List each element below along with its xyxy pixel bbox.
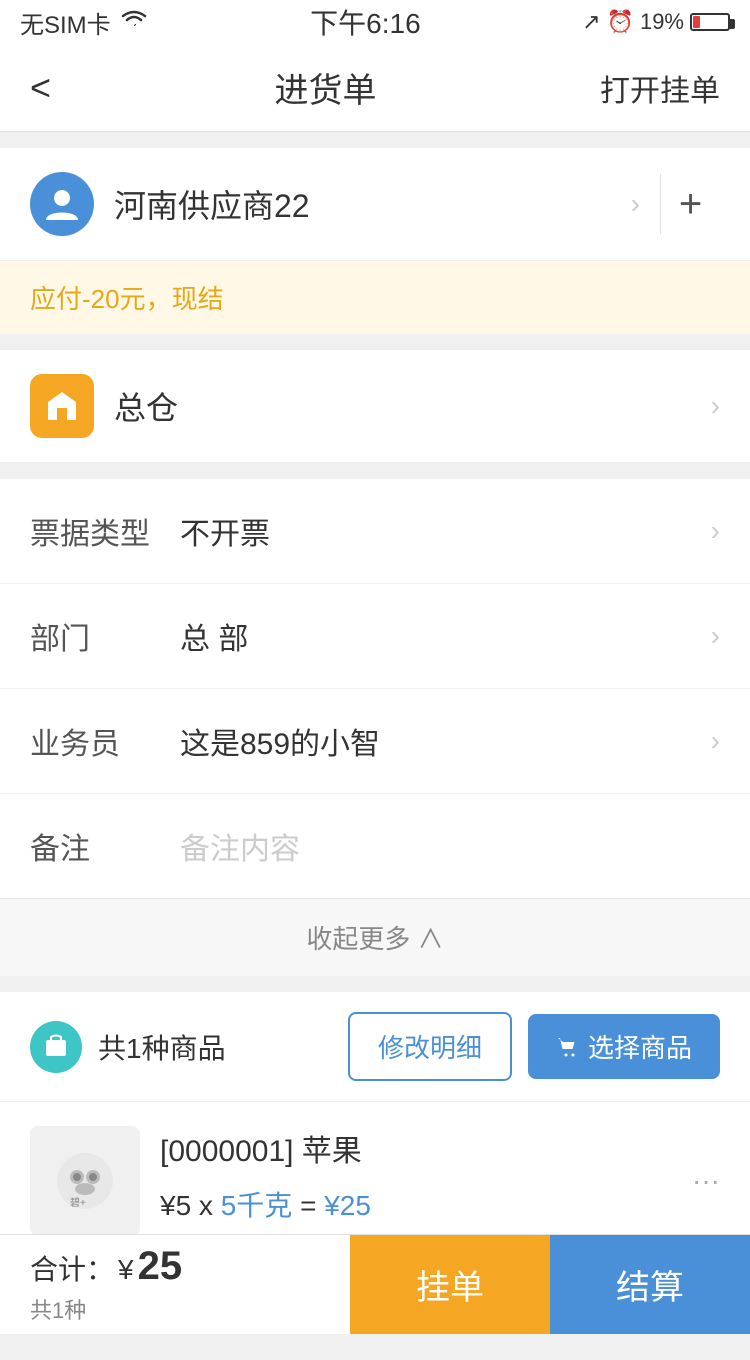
wifi-icon [119,8,149,37]
product-name: [0000001] 苹果 [160,1126,692,1170]
supplier-row[interactable]: 河南供应商22 › + [0,148,750,261]
product-code: [0000001] [160,1135,302,1168]
status-left: 无SIM卡 [20,5,149,40]
total-row: 合计： ¥ 25 [30,1244,320,1289]
product-info: [0000001] 苹果 ¥5 x 5千克 = ¥25 [160,1126,692,1224]
total-amount: 25 [138,1244,183,1289]
battery-text: 19% [640,9,684,35]
supplier-avatar [30,172,94,236]
divider-1 [0,132,750,148]
products-header: 共1种商品 修改明细 选择商品 [0,976,750,1101]
invoice-value: 不开票 [180,509,711,553]
page-title: 进货单 [275,63,377,112]
product-thumbnail: 碧+ [30,1126,140,1236]
dept-chevron-icon: › [711,620,720,652]
divider-3 [0,462,750,478]
sales-value: 这是859的小智 [180,719,711,763]
collapse-label: 收起更多 ∧ [306,924,443,954]
sales-label: 业务员 [30,719,150,763]
products-count: 共1种商品 [98,1027,348,1067]
warehouse-chevron-icon: › [711,390,720,422]
equals-sign: = [300,1190,324,1221]
invoice-chevron-icon: › [711,515,720,547]
cart-icon [556,1035,580,1059]
alarm-icon: ⏰ [607,9,634,35]
dept-value: 总 部 [180,614,711,658]
warehouse-section: 总仓 › [0,350,750,462]
battery-icon [690,13,730,31]
hang-button[interactable]: 挂单 [350,1235,550,1334]
invoice-row[interactable]: 票据类型 不开票 › [0,478,750,583]
notice-banner: 应付-20元，现结 [0,261,750,334]
sales-chevron-icon: › [711,725,720,757]
total-price: ¥25 [324,1190,371,1221]
checkout-button[interactable]: 结算 [550,1235,750,1334]
sales-row[interactable]: 业务员 这是859的小智 › [0,688,750,793]
svg-text:碧+: 碧+ [70,1197,86,1209]
add-supplier-button[interactable]: + [660,174,720,234]
warehouse-icon [30,374,94,438]
total-section: 合计： ¥ 25 共1种 [0,1235,350,1334]
products-icon [30,1021,82,1073]
status-right: ↗ ⏰ 19% [582,9,730,35]
total-count: 共1种 [30,1293,320,1325]
nav-bar: < 进货单 打开挂单 [0,44,750,132]
open-pending-button[interactable]: 打开挂单 [600,66,720,110]
bottom-bar: 合计： ¥ 25 共1种 挂单 结算 [0,1234,750,1334]
qty-value: 5千克 [221,1190,293,1221]
carrier-text: 无SIM卡 [20,5,111,40]
remark-input[interactable]: 备注内容 [180,824,720,868]
warehouse-name: 总仓 [114,383,711,429]
select-product-button[interactable]: 选择商品 [528,1014,720,1079]
product-price-row: ¥5 x 5千克 = ¥25 [160,1184,692,1224]
remark-label: 备注 [30,824,150,868]
unit-price: ¥5 x [160,1190,221,1221]
supplier-chevron-icon: › [631,188,640,220]
remark-row[interactable]: 备注 备注内容 [0,793,750,898]
currency-symbol: ¥ [118,1254,134,1286]
collapse-bar[interactable]: 收起更多 ∧ [0,898,750,976]
notice-text: 应付-20元，现结 [30,284,224,314]
total-label: 合计： [30,1248,114,1288]
status-time: 下午6:16 [310,2,421,42]
form-section: 票据类型 不开票 › 部门 总 部 › 业务员 这是859的小智 › 备注 备注… [0,478,750,976]
status-bar: 无SIM卡 下午6:16 ↗ ⏰ 19% [0,0,750,44]
product-more-button[interactable]: ··· [692,1165,720,1197]
supplier-section: 河南供应商22 › + 应付-20元，现结 [0,148,750,334]
owl-logo: 碧+ [55,1151,115,1211]
divider-2 [0,334,750,350]
dept-row[interactable]: 部门 总 部 › [0,583,750,688]
select-product-label: 选择商品 [588,1028,692,1065]
product-title: 苹果 [302,1135,362,1168]
location-icon: ↗ [582,9,600,35]
warehouse-row[interactable]: 总仓 › [0,350,750,462]
back-button[interactable]: < [30,67,51,109]
supplier-name: 河南供应商22 [114,181,631,227]
edit-detail-button[interactable]: 修改明细 [348,1012,512,1081]
invoice-label: 票据类型 [30,509,150,553]
dept-label: 部门 [30,614,150,658]
